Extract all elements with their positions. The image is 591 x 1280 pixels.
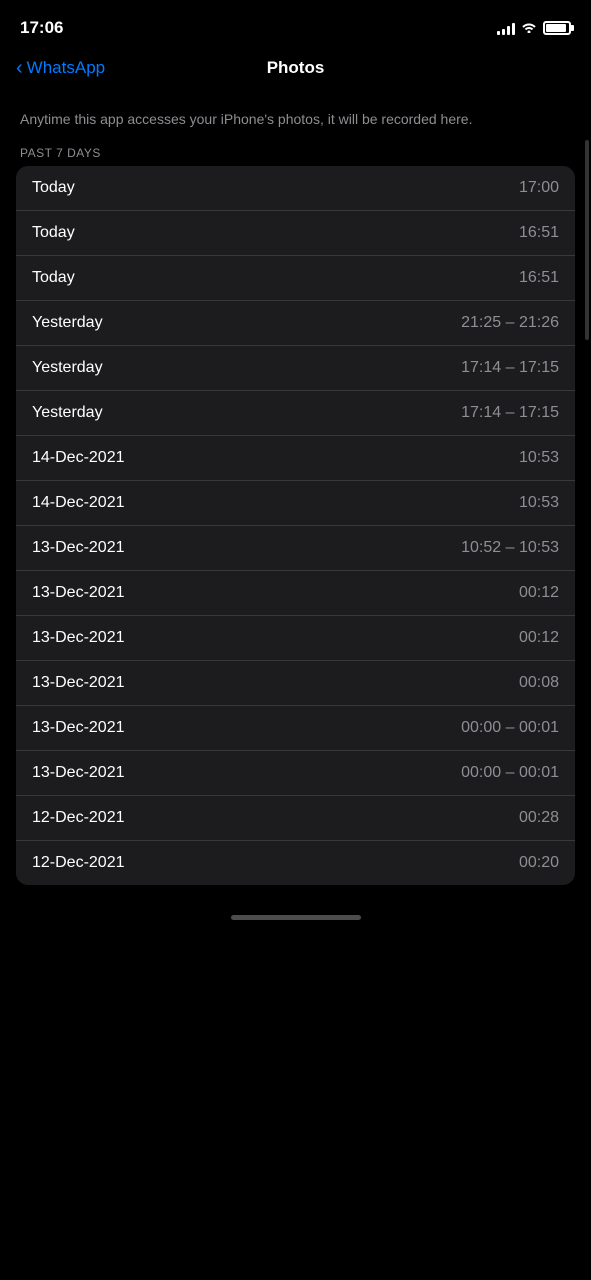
status-icons — [497, 21, 571, 36]
status-bar: 17:06 — [0, 0, 591, 50]
table-row: Yesterday 17:14 – 17:15 — [16, 346, 575, 391]
row-value: 00:28 — [519, 809, 559, 827]
row-label: 14-Dec-2021 — [32, 494, 125, 512]
wifi-icon — [521, 21, 537, 36]
row-value: 00:12 — [519, 629, 559, 647]
row-label: Yesterday — [32, 314, 103, 332]
row-label: 13-Dec-2021 — [32, 674, 125, 692]
table-row: 12-Dec-2021 00:28 — [16, 796, 575, 841]
row-value: 17:14 – 17:15 — [461, 404, 559, 422]
table-row: 14-Dec-2021 10:53 — [16, 481, 575, 526]
table-row: Today 17:00 — [16, 166, 575, 211]
page-wrapper: 17:06 ‹ WhatsApp Photos Anyti — [0, 0, 591, 928]
row-value: 10:52 – 10:53 — [461, 539, 559, 557]
row-label: 13-Dec-2021 — [32, 719, 125, 737]
row-value: 00:00 – 00:01 — [461, 764, 559, 782]
row-value: 00:20 — [519, 854, 559, 872]
row-value: 00:12 — [519, 584, 559, 602]
table-row: 13-Dec-2021 00:00 – 00:01 — [16, 751, 575, 796]
row-label: 12-Dec-2021 — [32, 809, 125, 827]
signal-bars-icon — [497, 21, 515, 35]
table-row: 13-Dec-2021 00:08 — [16, 661, 575, 706]
access-log-table: Today 17:00 Today 16:51 Today 16:51 Yesterday 2… — [16, 166, 575, 885]
row-value: 16:51 — [519, 269, 559, 287]
row-label: 13-Dec-2021 — [32, 539, 125, 557]
back-button[interactable]: ‹ WhatsApp — [16, 58, 105, 78]
row-label: Yesterday — [32, 404, 103, 422]
chevron-left-icon: ‹ — [16, 58, 23, 78]
table-row: Today 16:51 — [16, 256, 575, 301]
row-value: 00:08 — [519, 674, 559, 692]
home-indicator — [0, 905, 591, 928]
row-label: Today — [32, 269, 75, 287]
row-label: Today — [32, 224, 75, 242]
battery-icon — [543, 21, 571, 35]
table-row: 13-Dec-2021 00:12 — [16, 571, 575, 616]
status-time: 17:06 — [20, 18, 63, 38]
back-label: WhatsApp — [27, 58, 105, 78]
row-value: 21:25 – 21:26 — [461, 314, 559, 332]
table-row: 13-Dec-2021 10:52 – 10:53 — [16, 526, 575, 571]
table-row: Yesterday 21:25 – 21:26 — [16, 301, 575, 346]
table-row: Yesterday 17:14 – 17:15 — [16, 391, 575, 436]
row-label: Yesterday — [32, 359, 103, 377]
row-label: Today — [32, 179, 75, 197]
row-label: 13-Dec-2021 — [32, 584, 125, 602]
scrollbar[interactable] — [585, 140, 589, 340]
table-row: 12-Dec-2021 00:20 — [16, 841, 575, 885]
row-label: 14-Dec-2021 — [32, 449, 125, 467]
section-header: PAST 7 DAYS — [0, 138, 591, 166]
table-row: 14-Dec-2021 10:53 — [16, 436, 575, 481]
row-value: 16:51 — [519, 224, 559, 242]
row-value: 10:53 — [519, 494, 559, 512]
row-label: 13-Dec-2021 — [32, 629, 125, 647]
table-row: 13-Dec-2021 00:12 — [16, 616, 575, 661]
table-row: 13-Dec-2021 00:00 – 00:01 — [16, 706, 575, 751]
table-row: Today 16:51 — [16, 211, 575, 256]
row-value: 17:00 — [519, 179, 559, 197]
description-text: Anytime this app accesses your iPhone's … — [0, 90, 591, 138]
nav-title: Photos — [267, 58, 325, 78]
row-label: 12-Dec-2021 — [32, 854, 125, 872]
row-value: 10:53 — [519, 449, 559, 467]
row-label: 13-Dec-2021 — [32, 764, 125, 782]
row-value: 00:00 – 00:01 — [461, 719, 559, 737]
nav-bar: ‹ WhatsApp Photos — [0, 50, 591, 90]
row-value: 17:14 – 17:15 — [461, 359, 559, 377]
